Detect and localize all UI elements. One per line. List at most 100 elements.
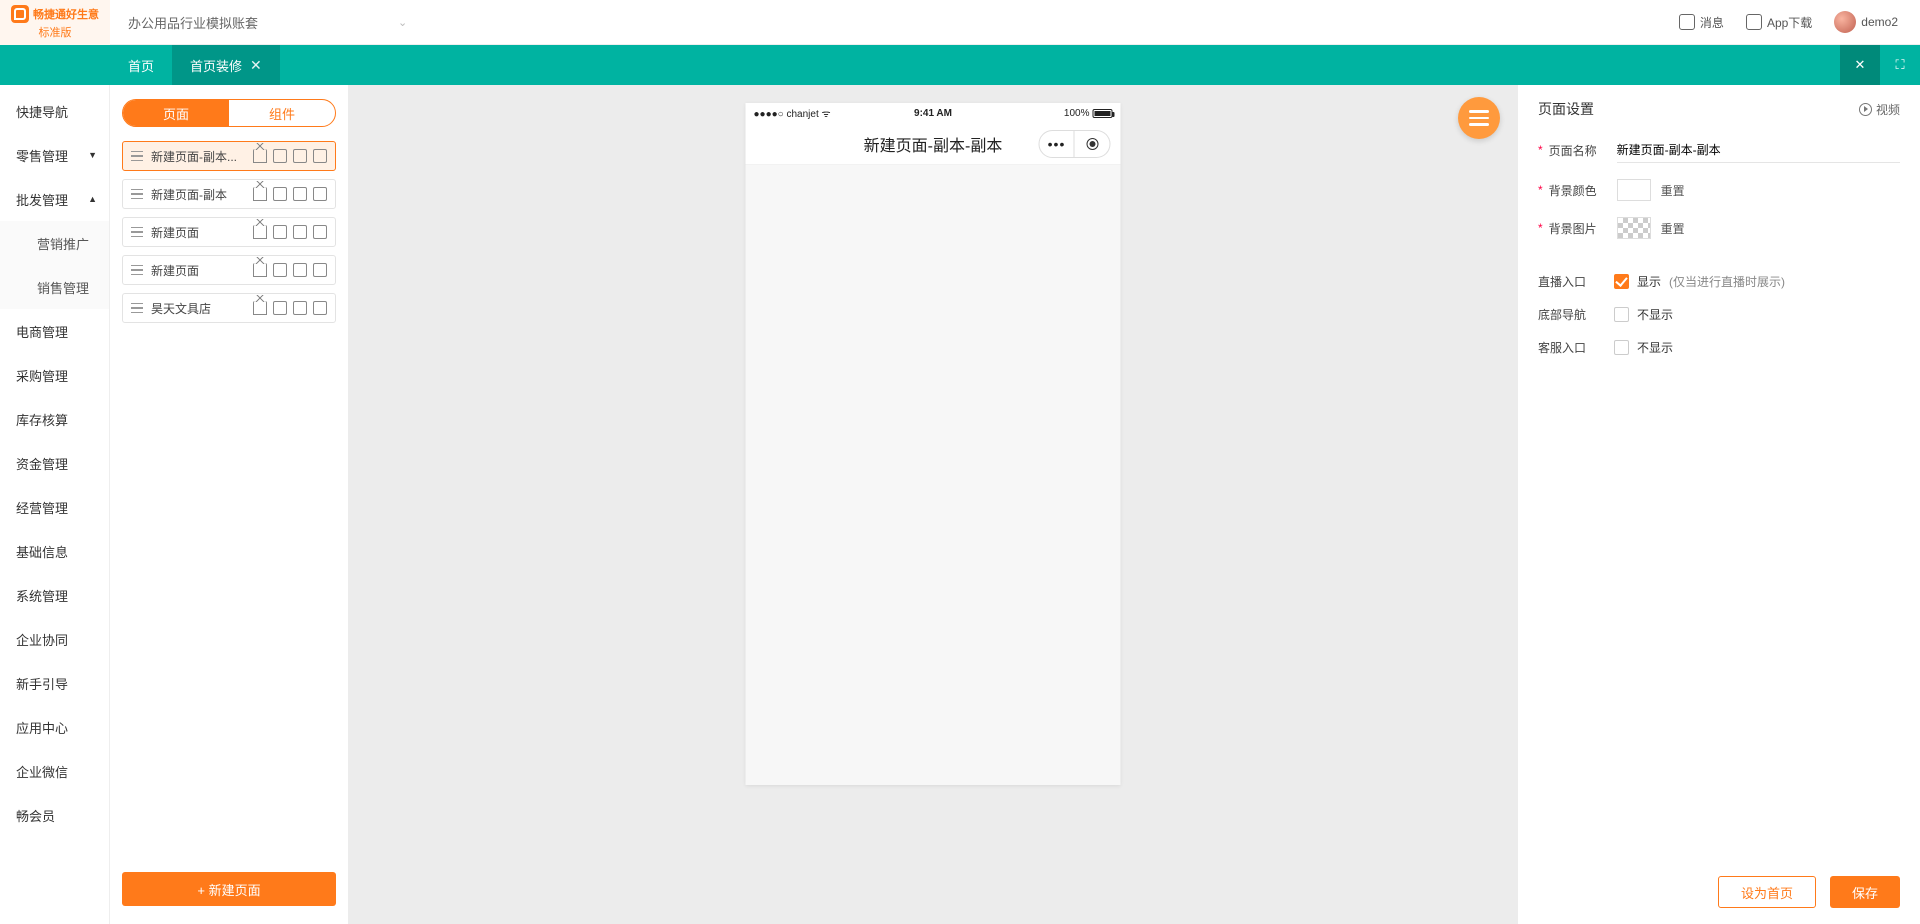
page-item-label: 新建页面 [151, 262, 245, 279]
page-item-label: 新建页面-副本 [151, 186, 245, 203]
brand-logo[interactable]: 畅捷通好生意 标准版 [0, 0, 110, 45]
sidebar-item[interactable]: 库存核算 [0, 397, 109, 441]
tab-home-decor[interactable]: 首页装修 ✕ [172, 45, 280, 85]
sidebar-item[interactable]: 系统管理 [0, 573, 109, 617]
label-bottom-nav: 底部导航 [1538, 306, 1606, 323]
topbar: 畅捷通好生意 标准版 办公用品行业模拟账套 ⌄ 消息 App下载 demo2 [0, 0, 1920, 45]
checkbox-live-show[interactable] [1614, 274, 1629, 289]
brand-edition: 标准版 [39, 24, 72, 40]
new-page-button[interactable]: + 新建页面 [122, 872, 336, 906]
drag-handle-icon[interactable] [131, 189, 143, 199]
page-list-item[interactable]: 新建页面 [122, 255, 336, 285]
brand-name: 畅捷通好生意 [33, 6, 99, 22]
phone-time: 9:41 AM [914, 108, 952, 119]
sidebar-item[interactable]: 基础信息 [0, 529, 109, 573]
reset-bg-color[interactable]: 重置 [1661, 182, 1685, 199]
sidebar-item[interactable]: 企业协同 [0, 617, 109, 661]
sidebar-item[interactable]: 批发管理▲ [0, 177, 109, 221]
sidebar-item[interactable]: 资金管理 [0, 441, 109, 485]
share-icon[interactable] [313, 149, 327, 163]
sidebar-item[interactable]: 应用中心 [0, 705, 109, 749]
copy-icon[interactable] [273, 225, 287, 239]
messages-link[interactable]: 消息 [1679, 14, 1724, 31]
sidebar-item[interactable]: 企业微信 [0, 749, 109, 793]
home-icon[interactable] [253, 187, 267, 201]
close-icon[interactable]: ✕ [250, 57, 262, 74]
drag-handle-icon[interactable] [131, 303, 143, 313]
sidebar-item[interactable]: 畅会员 [0, 793, 109, 837]
panel-toggle-button[interactable] [1458, 97, 1500, 139]
bg-color-swatch[interactable] [1617, 179, 1651, 201]
account-name: 办公用品行业模拟账套 [128, 13, 258, 32]
home-icon[interactable] [253, 263, 267, 277]
tab-home[interactable]: 首页 [110, 45, 172, 85]
delete-icon[interactable] [293, 225, 307, 239]
chevron-down-icon: ⌄ [398, 16, 407, 29]
close-all-button[interactable]: ✕ [1840, 45, 1880, 85]
sidebar-item[interactable]: 新手引导 [0, 661, 109, 705]
share-icon[interactable] [313, 225, 327, 239]
app-download-link[interactable]: App下载 [1746, 14, 1812, 31]
drag-handle-icon[interactable] [131, 227, 143, 237]
reset-bg-image[interactable]: 重置 [1661, 220, 1685, 237]
share-icon[interactable] [313, 263, 327, 277]
phone-body[interactable] [746, 165, 1121, 785]
sidebar-subitem[interactable]: 销售管理 [0, 265, 109, 309]
checkbox-cs-entry[interactable] [1614, 340, 1629, 355]
main-area: 页面 组件 新建页面-副本...新建页面-副本新建页面新建页面昊天文具店 + 新… [110, 85, 1920, 924]
sidebar: 搜索菜单快捷导航零售管理▼批发管理▲营销推广销售管理电商管理采购管理库存核算资金… [0, 45, 110, 924]
delete-icon[interactable] [293, 187, 307, 201]
seg-page[interactable]: 页面 [123, 100, 229, 126]
label-bg-image: 背景图片 [1549, 220, 1617, 237]
page-list-item[interactable]: 新建页面-副本 [122, 179, 336, 209]
canvas: ●●●●○ chanjet ᯤ 9:41 AM 100% 新建页面-副本-副本 … [348, 85, 1518, 924]
sidebar-item[interactable]: 经营管理 [0, 485, 109, 529]
phone-preview: ●●●●○ chanjet ᯤ 9:41 AM 100% 新建页面-副本-副本 … [746, 103, 1121, 785]
page-item-label: 新建页面-副本... [151, 148, 245, 165]
page-list-item[interactable]: 新建页面 [122, 217, 336, 247]
save-button[interactable]: 保存 [1830, 876, 1900, 908]
phone-icon [1746, 14, 1762, 30]
checkbox-bottom-nav[interactable] [1614, 307, 1629, 322]
page-item-label: 昊天文具店 [151, 300, 245, 317]
copy-icon[interactable] [273, 301, 287, 315]
capsule-menu-icon[interactable]: ••• [1039, 130, 1075, 158]
user-menu[interactable]: demo2 [1834, 11, 1898, 33]
sidebar-subitem[interactable]: 营销推广 [0, 221, 109, 265]
page-list-item[interactable]: 新建页面-副本... [122, 141, 336, 171]
share-icon[interactable] [313, 187, 327, 201]
sidebar-item[interactable]: 零售管理▼ [0, 133, 109, 177]
copy-icon[interactable] [273, 149, 287, 163]
page-list-item[interactable]: 昊天文具店 [122, 293, 336, 323]
share-icon[interactable] [313, 301, 327, 315]
seg-component[interactable]: 组件 [229, 100, 335, 126]
phone-title: 新建页面-副本-副本 [864, 132, 1003, 156]
drag-handle-icon[interactable] [131, 151, 143, 161]
delete-icon[interactable] [293, 301, 307, 315]
delete-icon[interactable] [293, 149, 307, 163]
page-item-label: 新建页面 [151, 224, 245, 241]
sidebar-item[interactable]: 采购管理 [0, 353, 109, 397]
page-name-input[interactable] [1617, 137, 1900, 163]
label-cs-entry: 客服入口 [1538, 339, 1606, 356]
home-icon[interactable] [253, 149, 267, 163]
home-icon[interactable] [253, 301, 267, 315]
sidebar-item[interactable]: 快捷导航 [0, 89, 109, 133]
capsule-close-icon[interactable] [1075, 130, 1111, 158]
video-help-link[interactable]: 视频 [1859, 101, 1900, 118]
copy-icon[interactable] [273, 187, 287, 201]
message-icon [1679, 14, 1695, 30]
bg-image-picker[interactable] [1617, 217, 1651, 239]
delete-icon[interactable] [293, 263, 307, 277]
phone-header: 新建页面-副本-副本 ••• [746, 123, 1121, 165]
sidebar-item[interactable]: 电商管理 [0, 309, 109, 353]
account-selector[interactable]: 办公用品行业模拟账套 ⌄ [128, 13, 407, 32]
drag-handle-icon[interactable] [131, 265, 143, 275]
fullscreen-button[interactable]: ⛶ [1880, 45, 1920, 85]
label-page-name: 页面名称 [1549, 142, 1617, 159]
battery-icon [1093, 109, 1113, 118]
set-home-button[interactable]: 设为首页 [1718, 876, 1816, 908]
home-icon[interactable] [253, 225, 267, 239]
copy-icon[interactable] [273, 263, 287, 277]
tabs-bar: 首页 首页装修 ✕ ✕ ⛶ [0, 45, 1920, 85]
